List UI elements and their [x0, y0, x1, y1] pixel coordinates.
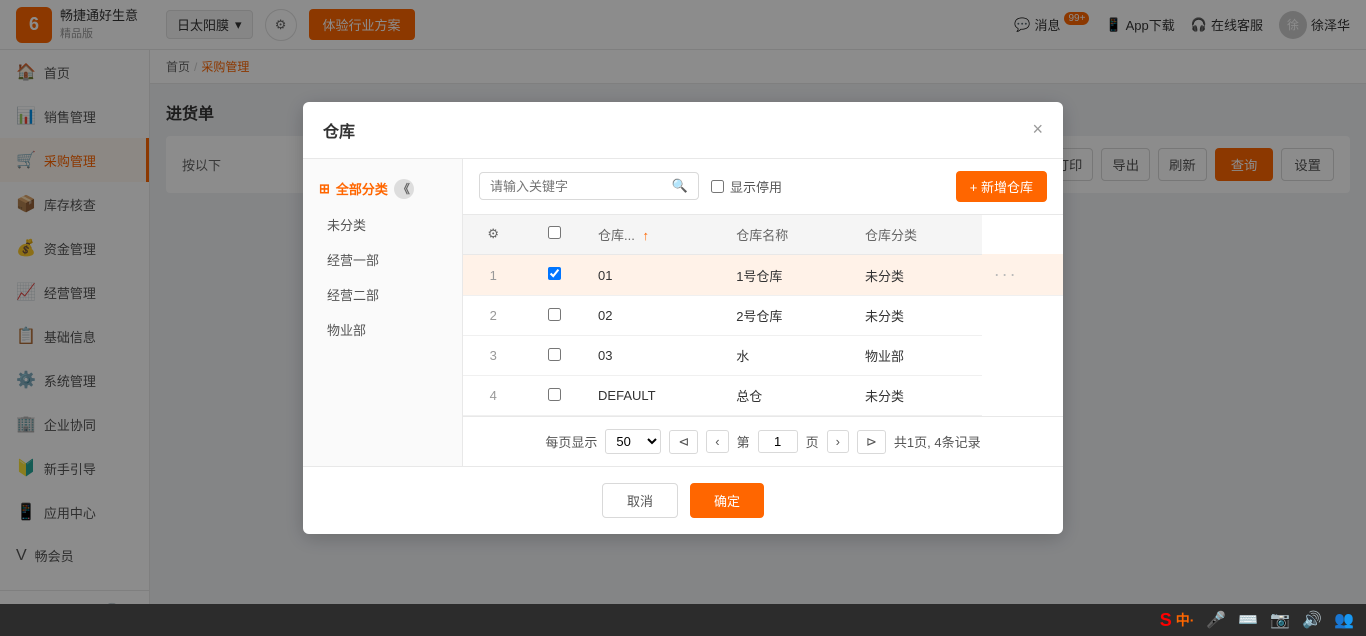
modal-sidebar: ⊞ 全部分类 《 未分类 经营一部 经营二部 物业部: [303, 159, 463, 467]
table-row[interactable]: 1 01 1号仓库 未分类 ···: [463, 254, 1063, 296]
col-gear: ⚙: [463, 215, 523, 255]
select-all-checkbox[interactable]: [548, 226, 561, 239]
modal-overlay[interactable]: 仓库 × ⊞ 全部分类 《 未分类 经营一部 经营二部 物业部: [0, 0, 1366, 636]
grid-icon: ⊞: [319, 181, 330, 197]
mic-icon[interactable]: 🎤: [1206, 610, 1226, 630]
modal-main: 🔍 显示停用 + 新增仓库 ⚙: [463, 159, 1063, 467]
total-info: 共1页, 4条记录: [894, 432, 981, 451]
modal-sidebar-item-1[interactable]: 经营一部: [303, 242, 462, 277]
confirm-btn[interactable]: 确定: [690, 483, 764, 518]
per-page-select[interactable]: 50 10 20 100: [605, 429, 661, 454]
per-page-label: 每页显示: [545, 432, 597, 451]
search-input[interactable]: [490, 179, 666, 194]
row-name: 水: [724, 336, 853, 376]
col-code: 仓库... ↑: [586, 215, 724, 255]
row-checkbox[interactable]: [548, 348, 561, 361]
row-num-cell: 1: [463, 254, 523, 296]
warehouse-table: ⚙ 仓库... ↑ 仓库名称 仓库分类 1: [463, 215, 1063, 417]
users-icon[interactable]: 👥: [1334, 610, 1354, 630]
row-checkbox-cell: [523, 336, 586, 376]
row-checkbox-cell: [523, 296, 586, 336]
row-code: 03: [586, 336, 724, 376]
table-row[interactable]: 2 02 2号仓库 未分类: [463, 296, 1063, 336]
collapse-btn[interactable]: 《: [394, 179, 414, 199]
next-page-btn[interactable]: ›: [827, 430, 849, 453]
modal-title: 仓库: [323, 118, 355, 142]
row-code: DEFAULT: [586, 376, 724, 416]
row-checkbox-cell: [523, 376, 586, 416]
modal-close-btn[interactable]: ×: [1032, 119, 1043, 140]
modal-sidebar-all[interactable]: ⊞ 全部分类 《: [303, 171, 462, 207]
sort-code-icon: ↑: [643, 228, 650, 243]
modal-warehouse: 仓库 × ⊞ 全部分类 《 未分类 经营一部 经营二部 物业部: [303, 102, 1063, 535]
row-code: 02: [586, 296, 724, 336]
modal-sidebar-item-0[interactable]: 未分类: [303, 207, 462, 242]
row-category: 未分类: [853, 254, 982, 296]
row-name: 1号仓库: [724, 254, 853, 296]
row-more-cell[interactable]: ···: [982, 254, 1063, 296]
show-disabled-text: 显示停用: [730, 177, 782, 196]
add-warehouse-btn[interactable]: + 新增仓库: [956, 171, 1047, 202]
modal-header: 仓库 ×: [303, 102, 1063, 159]
modal-body: ⊞ 全部分类 《 未分类 经营一部 经营二部 物业部 🔍: [303, 159, 1063, 467]
modal-sidebar-item-3[interactable]: 物业部: [303, 312, 462, 347]
search-icon: 🔍: [672, 178, 688, 194]
row-checkbox[interactable]: [548, 388, 561, 401]
page-label: 第: [737, 432, 750, 451]
col-category: 仓库分类: [853, 215, 982, 255]
camera-icon[interactable]: 📷: [1270, 610, 1290, 630]
table-row[interactable]: 3 03 水 物业部: [463, 336, 1063, 376]
row-num-cell: 2: [463, 296, 523, 336]
show-disabled-checkbox[interactable]: [711, 180, 724, 193]
col-name: 仓库名称: [724, 215, 853, 255]
row-checkbox[interactable]: [548, 308, 561, 321]
bottom-brand: S 中·: [1160, 610, 1195, 631]
table-wrap: ⚙ 仓库... ↑ 仓库名称 仓库分类 1: [463, 215, 1063, 417]
brand-s: S: [1160, 610, 1172, 631]
page-suffix: 页: [806, 432, 819, 451]
bottom-bar: S 中· 🎤 ⌨️ 📷 🔊 👥: [0, 604, 1366, 636]
row-checkbox-cell: [523, 254, 586, 296]
last-page-btn[interactable]: ⊳: [857, 430, 886, 454]
modal-sidebar-item-2[interactable]: 经营二部: [303, 277, 462, 312]
row-name: 总仓: [724, 376, 853, 416]
row-code: 01: [586, 254, 724, 296]
brand-text: 中·: [1176, 610, 1195, 630]
speaker-icon[interactable]: 🔊: [1302, 610, 1322, 630]
show-disabled-label[interactable]: 显示停用: [711, 177, 782, 196]
table-row[interactable]: 4 DEFAULT 总仓 未分类: [463, 376, 1063, 416]
pagination: 每页显示 50 10 20 100 ⊲ ‹ 第 页 › ⊳ 共1页, 4条记录: [463, 416, 1063, 466]
keyboard-icon[interactable]: ⌨️: [1238, 610, 1258, 630]
all-category-label: 全部分类: [336, 179, 388, 198]
row-num-cell: 3: [463, 336, 523, 376]
prev-page-btn[interactable]: ‹: [706, 430, 728, 453]
cancel-btn[interactable]: 取消: [602, 483, 678, 518]
col-checkbox: [523, 215, 586, 255]
row-category: 未分类: [853, 376, 982, 416]
search-box[interactable]: 🔍: [479, 172, 699, 200]
row-checkbox[interactable]: [548, 267, 561, 280]
first-page-btn[interactable]: ⊲: [669, 430, 698, 454]
row-num-cell: 4: [463, 376, 523, 416]
modal-footer: 取消 确定: [303, 466, 1063, 534]
modal-toolbar: 🔍 显示停用 + 新增仓库: [463, 159, 1063, 215]
table-header-row: ⚙ 仓库... ↑ 仓库名称 仓库分类: [463, 215, 1063, 255]
page-input[interactable]: [758, 430, 798, 453]
row-category: 物业部: [853, 336, 982, 376]
row-category: 未分类: [853, 296, 982, 336]
row-name: 2号仓库: [724, 296, 853, 336]
